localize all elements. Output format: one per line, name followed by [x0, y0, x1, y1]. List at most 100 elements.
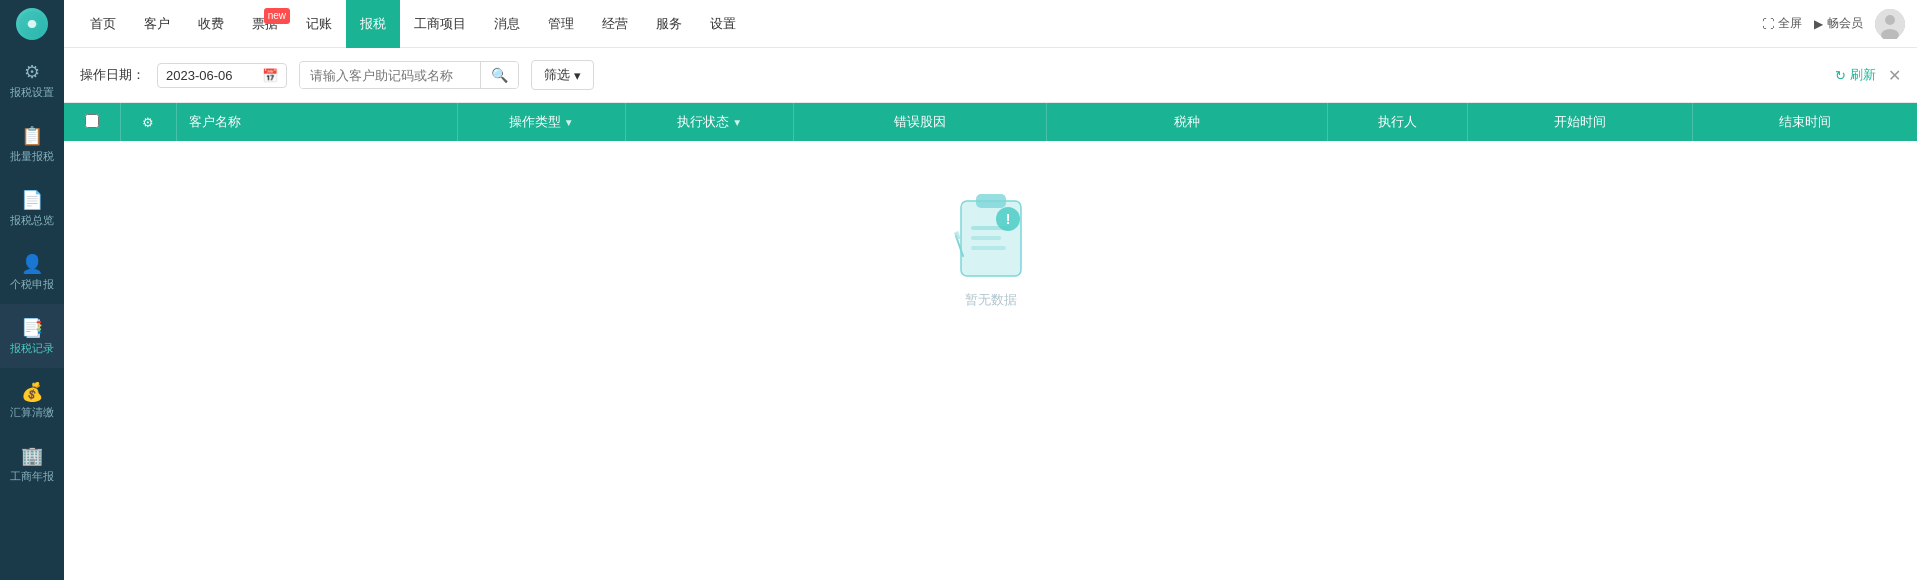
th-settings[interactable]: ⚙ [120, 103, 176, 141]
sidebar-item-batch-tax[interactable]: 📋 批量报税 [0, 112, 64, 176]
sidebar-icon-tax-summary: 📄 [21, 189, 43, 211]
svg-text:!: ! [1005, 211, 1010, 227]
search-button[interactable]: 🔍 [480, 62, 518, 88]
sidebar-icon-annual-report: 🏢 [21, 445, 43, 467]
nav-label-home: 首页 [90, 15, 116, 33]
user-avatar[interactable] [1875, 9, 1905, 39]
filter-label: 筛选 [544, 66, 570, 84]
nav-label-tax: 报税 [360, 15, 386, 33]
logo-icon [16, 8, 48, 40]
nav-item-tax[interactable]: 报税 [346, 0, 400, 48]
search-input[interactable] [300, 63, 480, 88]
fullscreen-button[interactable]: ⛶ 全屏 [1762, 15, 1802, 32]
calendar-icon: 📅 [262, 68, 278, 83]
nav-item-customer[interactable]: 客户 [130, 0, 184, 48]
date-label: 操作日期： [80, 66, 145, 84]
sidebar-label-tax-settings: 报税设置 [10, 86, 54, 99]
nav-badge-invoice: new [264, 8, 290, 24]
empty-illustration: ! [941, 181, 1041, 281]
th-exec-status[interactable]: 执行状态▼ [625, 103, 793, 141]
sidebar-item-annual-report[interactable]: 🏢 工商年报 [0, 432, 64, 496]
empty-text: 暂无数据 [965, 291, 1017, 309]
sidebar-item-tax-settings[interactable]: ⚙ 报税设置 [0, 48, 64, 112]
th-executor: 执行人 [1327, 103, 1467, 141]
svg-rect-9 [971, 236, 1001, 240]
close-button[interactable]: ✕ [1888, 66, 1901, 85]
data-table: ⚙ 客户名称 操作类型▼ 执行状态▼ 错误股因 税种 执行人 开始时间 结束时间 [64, 103, 1917, 141]
nav-item-service[interactable]: 服务 [642, 0, 696, 48]
main-area: 首页 客户 收费票据new 记账 报税 工商项目 消息 管理 经营 服务 设置 ⛶ 全屏 ▶ 畅会员 [64, 0, 1917, 580]
sidebar-label-batch-tax: 批量报税 [10, 150, 54, 163]
nav-label-manage: 管理 [548, 15, 574, 33]
select-all-checkbox[interactable] [85, 114, 99, 128]
search-wrapper: 🔍 [299, 61, 519, 89]
nav-label-billing: 收费 [198, 15, 224, 33]
th-op-type[interactable]: 操作类型▼ [457, 103, 625, 141]
sidebar-icon-tax-record: 📑 [21, 317, 43, 339]
sidebar-item-settlement[interactable]: 💰 汇算清缴 [0, 368, 64, 432]
filter-button[interactable]: 筛选 ▾ [531, 60, 594, 90]
svg-point-1 [28, 20, 36, 28]
table-header-row: ⚙ 客户名称 操作类型▼ 执行状态▼ 错误股因 税种 执行人 开始时间 结束时间 [64, 103, 1917, 141]
nav-label-operation: 经营 [602, 15, 628, 33]
nav-item-billing[interactable]: 收费 [184, 0, 238, 48]
table-container: ⚙ 客户名称 操作类型▼ 执行状态▼ 错误股因 税种 执行人 开始时间 结束时间 [64, 103, 1917, 580]
sidebar-icon-batch-tax: 📋 [21, 125, 43, 147]
fullscreen-label: 全屏 [1778, 15, 1802, 32]
page-content: 操作日期： 📅 🔍 筛选 ▾ ↻ 刷新 [64, 48, 1917, 580]
svg-marker-14 [954, 231, 961, 239]
member-button[interactable]: ▶ 畅会员 [1814, 15, 1863, 32]
nav-item-bizproject[interactable]: 工商项目 [400, 0, 480, 48]
nav-label-service: 服务 [656, 15, 682, 33]
topnav-right: ⛶ 全屏 ▶ 畅会员 [1762, 9, 1905, 39]
sidebar-icon-settlement: 💰 [21, 381, 43, 403]
th-end-time: 结束时间 [1692, 103, 1917, 141]
svg-rect-7 [976, 194, 1006, 208]
sidebar-icon-tax-settings: ⚙ [24, 61, 40, 83]
content-area: 操作日期： 📅 🔍 筛选 ▾ ↻ 刷新 [64, 48, 1917, 580]
topnav-items: 首页 客户 收费票据new 记账 报税 工商项目 消息 管理 经营 服务 设置 [76, 0, 1762, 48]
nav-item-home[interactable]: 首页 [76, 0, 130, 48]
sidebar-label-annual-report: 工商年报 [10, 470, 54, 483]
refresh-button[interactable]: ↻ 刷新 [1835, 66, 1876, 84]
sidebar-item-tax-summary[interactable]: 📄 报税总览 [0, 176, 64, 240]
sidebar-logo [0, 0, 64, 48]
toolbar-right: ↻ 刷新 ✕ [1835, 66, 1901, 85]
nav-item-message[interactable]: 消息 [480, 0, 534, 48]
sidebar-icon-personal-tax: 👤 [21, 253, 43, 275]
th-customer-name: 客户名称 [176, 103, 457, 141]
video-icon: ▶ [1814, 17, 1823, 31]
member-label: 畅会员 [1827, 15, 1863, 32]
th-start-time: 开始时间 [1468, 103, 1693, 141]
toolbar: 操作日期： 📅 🔍 筛选 ▾ ↻ 刷新 [64, 48, 1917, 103]
nav-label-accounts: 记账 [306, 15, 332, 33]
date-picker[interactable]: 📅 [157, 63, 287, 88]
sidebar: ⚙ 报税设置📋 批量报税📄 报税总览👤 个税申报📑 报税记录💰 汇算清缴🏢 工商… [0, 0, 64, 580]
refresh-label: 刷新 [1850, 66, 1876, 84]
nav-label-bizproject: 工商项目 [414, 15, 466, 33]
sidebar-label-tax-record: 报税记录 [10, 342, 54, 355]
chevron-down-icon: ▾ [574, 68, 581, 83]
svg-rect-10 [971, 246, 1006, 250]
sidebar-label-tax-summary: 报税总览 [10, 214, 54, 227]
topnav: 首页 客户 收费票据new 记账 报税 工商项目 消息 管理 经营 服务 设置 ⛶ 全屏 ▶ 畅会员 [64, 0, 1917, 48]
fullscreen-icon: ⛶ [1762, 17, 1774, 31]
sidebar-item-personal-tax[interactable]: 👤 个税申报 [0, 240, 64, 304]
nav-item-invoice[interactable]: 票据new [238, 0, 292, 48]
nav-item-operation[interactable]: 经营 [588, 0, 642, 48]
nav-label-settings: 设置 [710, 15, 736, 33]
nav-item-settings[interactable]: 设置 [696, 0, 750, 48]
nav-item-accounts[interactable]: 记账 [292, 0, 346, 48]
empty-state: ! 暂无数据 [64, 141, 1917, 329]
sidebar-label-settlement: 汇算清缴 [10, 406, 54, 419]
nav-item-manage[interactable]: 管理 [534, 0, 588, 48]
nav-label-message: 消息 [494, 15, 520, 33]
th-error-reason: 错误股因 [794, 103, 1047, 141]
nav-label-customer: 客户 [144, 15, 170, 33]
sidebar-label-personal-tax: 个税申报 [10, 278, 54, 291]
th-tax-type: 税种 [1047, 103, 1328, 141]
refresh-icon: ↻ [1835, 68, 1846, 83]
sidebar-item-tax-record[interactable]: 📑 报税记录 [0, 304, 64, 368]
date-input[interactable] [166, 68, 256, 83]
th-checkbox [64, 103, 120, 141]
